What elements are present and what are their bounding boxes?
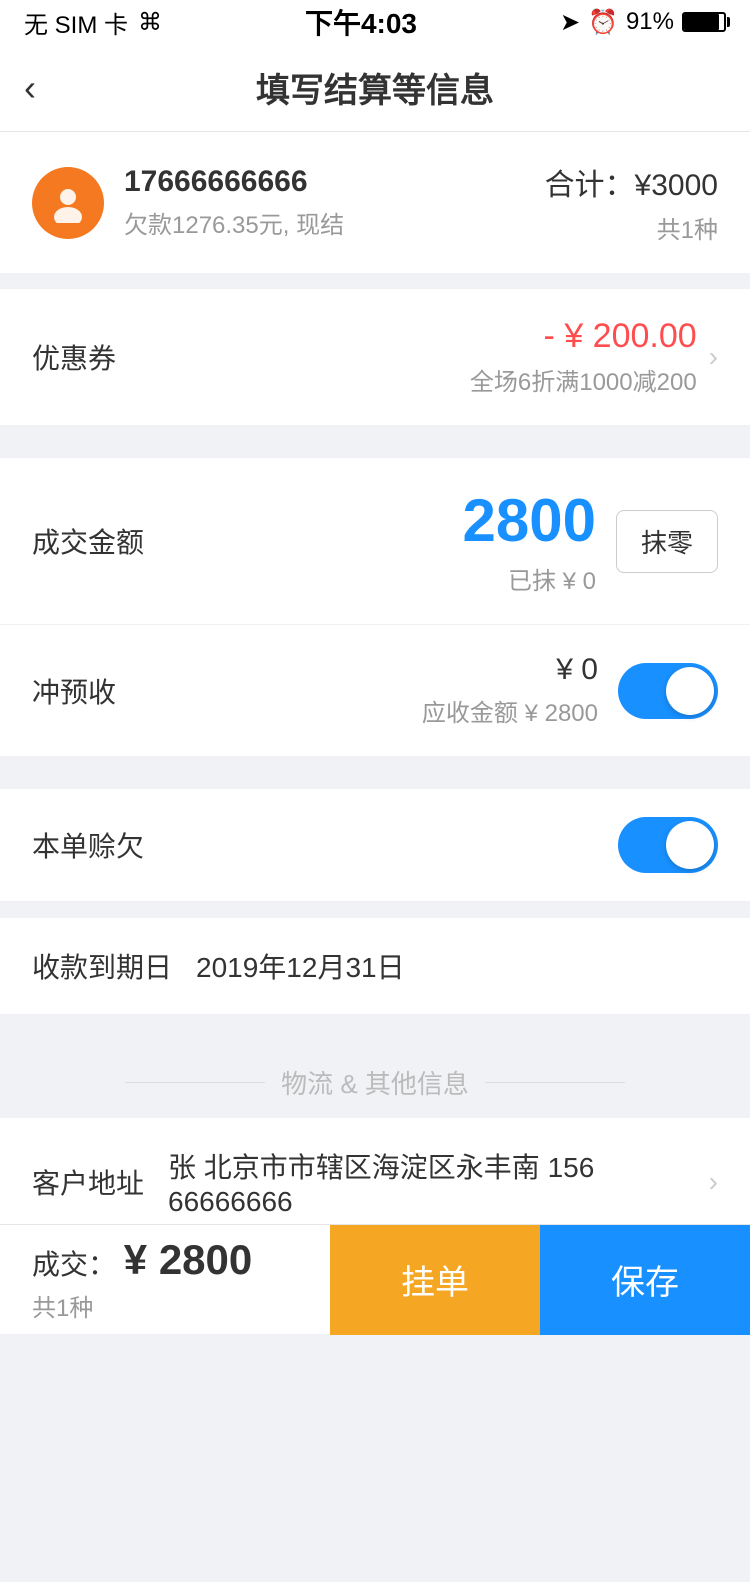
- duedate-row: 收款到期日 2019年12月31日: [0, 918, 750, 1014]
- logistics-card: 物流 & 其他信息 客户地址 张 北京市市辖区海淀区永丰南 156 666666…: [0, 1046, 750, 1246]
- coupon-card: 优惠券 - ¥ 200.00 全场6折满1000减200 ›: [0, 289, 750, 426]
- debt-toggle[interactable]: [618, 817, 718, 873]
- bottom-count: 共1种: [32, 1288, 298, 1323]
- deal-label: 成交金额: [32, 521, 144, 561]
- divider-1: [0, 442, 750, 458]
- address-value: 张 北京市市辖区海淀区永丰南 156 66666666: [168, 1146, 709, 1218]
- status-left: 无 SIM 卡 ⌘: [24, 5, 162, 40]
- battery-icon: [682, 12, 726, 32]
- logistics-divider: 物流 & 其他信息: [0, 1046, 750, 1118]
- bottom-deal-row: 成交： ¥ 2800: [32, 1236, 298, 1284]
- wifi-icon: ⌘: [138, 8, 162, 37]
- round-button[interactable]: 抹零: [616, 510, 718, 573]
- customer-sub: 欠款1276.35元, 现结: [124, 205, 344, 240]
- precollect-value: ¥ 0 应收金额 ¥ 2800: [422, 653, 598, 728]
- deal-right: 2800 已抹 ¥ 0 抹零: [463, 486, 719, 596]
- coupon-label: 优惠券: [32, 337, 116, 377]
- debt-card: 本单赊欠: [0, 789, 750, 902]
- bottom-deal-label: 成交：: [32, 1249, 116, 1280]
- hold-button[interactable]: 挂单: [330, 1225, 540, 1335]
- divider-3: [0, 1030, 750, 1046]
- bottom-summary: 成交： ¥ 2800 共1种: [0, 1236, 330, 1323]
- content: 17666666666 欠款1276.35元, 现结 合计：¥3000 共1种 …: [0, 132, 750, 1582]
- status-bar: 无 SIM 卡 ⌘ 下午4:03 ➤ ⏰ 91%: [0, 0, 750, 44]
- coupon-amount: - ¥ 200.00: [470, 317, 697, 356]
- deal-sub: 已抹 ¥ 0: [463, 561, 596, 596]
- address-label: 客户地址: [32, 1162, 144, 1202]
- bottom-bar: 成交： ¥ 2800 共1种 挂单 保存: [0, 1224, 750, 1334]
- nav-bar: ‹ 填写结算等信息: [0, 44, 750, 132]
- battery-percent: 91%: [626, 8, 674, 36]
- coupon-chevron-icon: ›: [709, 341, 718, 373]
- duedate-card: 收款到期日 2019年12月31日: [0, 918, 750, 1014]
- debt-toggle-thumb: [666, 821, 714, 869]
- coupon-desc: 全场6折满1000减200: [470, 362, 697, 397]
- customer-phone: 17666666666: [124, 165, 344, 199]
- duedate-label: 收款到期日: [32, 946, 172, 986]
- debt-row: 本单赊欠: [0, 789, 750, 902]
- precollect-right: ¥ 0 应收金额 ¥ 2800: [422, 653, 718, 728]
- avatar: [32, 167, 104, 239]
- duedate-value: 2019年12月31日: [196, 946, 405, 986]
- bottom-deal-amount: ¥ 2800: [124, 1236, 252, 1283]
- status-right: ➤ ⏰ 91%: [560, 8, 726, 37]
- deal-amount-value: 2800: [463, 486, 596, 555]
- address-chevron-icon: ›: [709, 1166, 718, 1198]
- coupon-row[interactable]: 优惠券 - ¥ 200.00 全场6折满1000减200 ›: [0, 289, 750, 426]
- total-amount: 合计：¥3000: [545, 160, 718, 204]
- precollect-row: 冲预收 ¥ 0 应收金额 ¥ 2800: [0, 625, 750, 757]
- deal-card: 成交金额 2800 已抹 ¥ 0 抹零 冲预收 ¥ 0 应收金额 ¥ 2800: [0, 458, 750, 757]
- alarm-icon: ⏰: [588, 8, 618, 37]
- page-title: 填写结算等信息: [256, 63, 494, 112]
- customer-card: 17666666666 欠款1276.35元, 现结 合计：¥3000 共1种: [0, 132, 750, 273]
- back-button[interactable]: ‹: [24, 67, 36, 109]
- customer-left: 17666666666 欠款1276.35元, 现结: [32, 165, 344, 240]
- customer-row: 17666666666 欠款1276.35元, 现结 合计：¥3000 共1种: [0, 132, 750, 273]
- precollect-label: 冲预收: [32, 671, 116, 711]
- total-count: 共1种: [545, 210, 718, 245]
- customer-right: 合计：¥3000 共1种: [545, 160, 718, 245]
- divider-2: [0, 773, 750, 789]
- deal-amount-row: 成交金额 2800 已抹 ¥ 0 抹零: [0, 458, 750, 625]
- toggle-thumb: [666, 667, 714, 715]
- logistics-label: 物流 & 其他信息: [125, 1064, 625, 1101]
- location-icon: ➤: [560, 8, 580, 37]
- debt-label: 本单赊欠: [32, 825, 144, 865]
- precollect-toggle[interactable]: [618, 663, 718, 719]
- save-button[interactable]: 保存: [540, 1225, 750, 1335]
- carrier-text: 无 SIM 卡: [24, 5, 128, 40]
- status-time: 下午4:03: [305, 2, 417, 42]
- customer-info: 17666666666 欠款1276.35元, 现结: [124, 165, 344, 240]
